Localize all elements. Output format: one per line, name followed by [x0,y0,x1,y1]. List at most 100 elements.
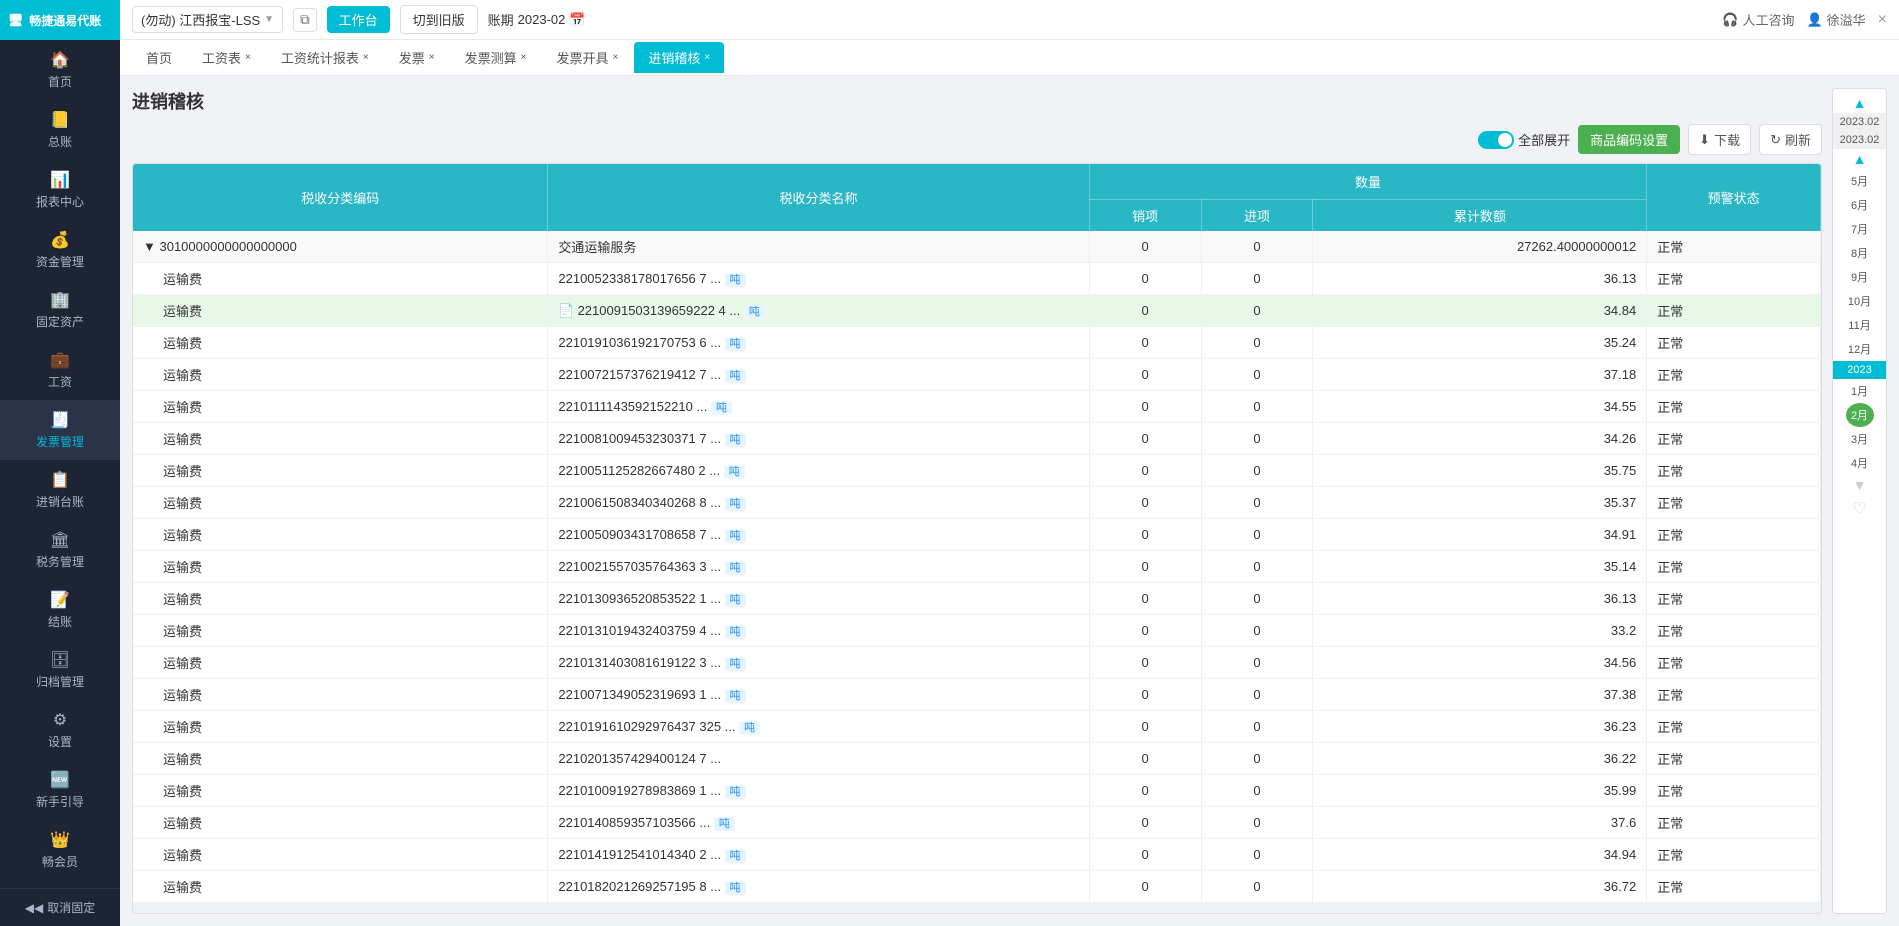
table-row[interactable]: 运输费 2210052338178017656 7 ... 吨 0 0 36.1… [133,263,1821,295]
copy-button[interactable]: ⧉ [293,8,317,32]
timeline-month-10[interactable]: 10月 [1833,289,1886,313]
user-profile[interactable]: 👤 徐溢华 [1806,10,1865,29]
workspace-button[interactable]: 工作台 [327,6,390,33]
sidebar-item-invoice[interactable]: 🧾 发票管理 [0,400,120,460]
status-cell: 正常 [1647,743,1821,775]
tab-label: 发票开具 [556,48,608,67]
pin-toggle[interactable]: ◀◀ 取消固定 [0,888,120,926]
tab-close-icon[interactable]: × [521,52,527,63]
tab-reconcile[interactable]: 进销稽核 × [634,42,724,73]
sidebar-item-sales-ledger[interactable]: 📋 进销台账 [0,460,120,520]
item-name-cell: 运输费 [133,327,548,359]
timeline-month-1[interactable]: 1月 [1833,379,1886,403]
sidebar-item-archive[interactable]: 🗄 归档管理 [0,640,120,700]
timeline-month-6[interactable]: 6月 [1833,193,1886,217]
timeline-month-11[interactable]: 11月 [1833,313,1886,337]
tab-close-icon[interactable]: × [363,52,369,63]
table-row[interactable]: 运输费 2210182021269257195 8 ... 吨 0 0 36.7… [133,871,1821,903]
table-row[interactable]: 运输费 2210100919278983869 1 ... 吨 0 0 35.9… [133,775,1821,807]
sidebar-item-home[interactable]: 🏠 首页 [0,40,120,100]
table-row[interactable]: 运输费 2210141912541014340 2 ... 吨 0 0 34.9… [133,839,1821,871]
table-row[interactable]: 运输费 2210140859357103566 ... 吨 0 0 37.6 正… [133,807,1821,839]
table-row[interactable]: 运输费 2210081009453230371 7 ... 吨 0 0 34.2… [133,423,1821,455]
unit-tag: 吨 [725,849,746,863]
sidebar-item-assets[interactable]: 🏢 固定资产 [0,280,120,340]
table-row[interactable]: 运输费 2210061508340340268 8 ... 吨 0 0 35.3… [133,487,1821,519]
tab-payroll-stats[interactable]: 工资统计报表 × [267,42,383,73]
company-name: (勿动) 江西报宝-LSS [141,10,260,29]
invoice-code-cell: 2210131403081619122 3 ... 吨 [548,647,1089,679]
timeline-month-7[interactable]: 7月 [1833,217,1886,241]
timeline-month-12[interactable]: 12月 [1833,337,1886,361]
expand-icon[interactable]: ▼ [143,239,156,254]
status-cell: 正常 [1647,455,1821,487]
status-cell: 正常 [1647,295,1821,327]
table-row[interactable]: 运输费 2210201357429400124 7 ... 0 0 36.22 … [133,743,1821,775]
cumulative-cell: 35.99 [1313,775,1647,807]
timeline-month-5[interactable]: 5月 [1833,169,1886,193]
tab-home[interactable]: 首页 [132,42,186,73]
tab-invoice[interactable]: 发票 × [385,42,449,73]
table-row[interactable]: 运输费 2210111143592152210 ... 吨 0 0 34.55 … [133,391,1821,423]
sidebar-item-settlement[interactable]: 📝 结账 [0,580,120,640]
sidebar-item-reports[interactable]: 📊 报表中心 [0,160,120,220]
timeline-up-arrow[interactable]: ▲ [1851,93,1869,113]
pin-icon: ◀◀ [25,901,43,915]
purchase-cell: 0 [1201,711,1313,743]
invoice-code-cell: 2210111143592152210 ... 吨 [548,391,1089,423]
company-dropdown-icon: ▼ [264,14,274,25]
timeline-month-9[interactable]: 9月 [1833,265,1886,289]
tab-invoice-calc[interactable]: 发票测算 × [451,42,541,73]
tab-close-icon[interactable]: × [704,52,710,63]
tab-close-icon[interactable]: × [245,52,251,63]
sidebar-item-label: 畅会员 [42,853,78,870]
invoice-code-cell: 2210050903431708658 7 ... 吨 [548,519,1089,551]
sidebar-item-guide[interactable]: 🆕 新手引导 [0,760,120,820]
sales-cell: 0 [1089,679,1201,711]
sidebar-item-payroll[interactable]: 💼 工资 [0,340,120,400]
sidebar-item-label: 新手引导 [36,793,84,810]
table-row[interactable]: 运输费 2210051125282667480 2 ... 吨 0 0 35.7… [133,455,1821,487]
table-row[interactable]: ▼ 3010000000000000000 交通运输服务 0 0 27262.4… [133,231,1821,263]
switch-version-button[interactable]: 切到旧版 [400,5,478,34]
tab-close-icon[interactable]: × [429,52,435,63]
table-row[interactable]: 运输费 2210130936520853522 1 ... 吨 0 0 36.1… [133,583,1821,615]
table-row[interactable]: 运输费 2210072157376219412 7 ... 吨 0 0 37.1… [133,359,1821,391]
timeline-month-2-active[interactable]: 2月 [1846,403,1874,427]
sidebar-item-tax[interactable]: 🏛 税务管理 [0,520,120,580]
tab-invoice-open[interactable]: 发票开具 × [542,42,632,73]
table-row[interactable]: 运输费 2210021557035764363 3 ... 吨 0 0 35.1… [133,551,1821,583]
refresh-button[interactable]: ↻ 刷新 [1759,124,1822,155]
table-row[interactable]: 运输费 2210050903431708658 7 ... 吨 0 0 34.9… [133,519,1821,551]
table-row[interactable]: 运输费 📄2210091503139659222 4 ... 吨 0 0 34.… [133,295,1821,327]
timeline-up-arrow2[interactable]: ▲ [1851,149,1869,169]
timeline-down-arrow[interactable]: ▼ [1851,475,1869,495]
expand-toggle[interactable] [1478,131,1514,149]
table-row[interactable]: 运输费 2210071349052319693 1 ... 吨 0 0 37.3… [133,679,1821,711]
table-row[interactable]: 运输费 2210191610292976437 325 ... 吨 0 0 36… [133,711,1821,743]
table-row[interactable]: 运输费 2210131019432403759 4 ... 吨 0 0 33.2… [133,615,1821,647]
item-name-cell: 运输费 [133,583,548,615]
support-link[interactable]: 🎧 人工咨询 [1722,10,1794,29]
sidebar-item-funds[interactable]: 💰 资金管理 [0,220,120,280]
purchase-cell: 0 [1201,519,1313,551]
sidebar-item-ledger[interactable]: 📒 总账 [0,100,120,160]
timeline-month-3[interactable]: 3月 [1833,427,1886,451]
timeline-month-4[interactable]: 4月 [1833,451,1886,475]
company-selector[interactable]: (勿动) 江西报宝-LSS ▼ [132,6,283,33]
tab-payroll[interactable]: 工资表 × [188,42,265,73]
tab-close-icon[interactable]: × [612,52,618,63]
product-settings-button[interactable]: 商品编码设置 [1578,125,1680,154]
table-row[interactable]: 运输费 2210191036192170753 6 ... 吨 0 0 35.2… [133,327,1821,359]
sidebar-item-member[interactable]: 👑 畅会员 [0,820,120,880]
close-button[interactable]: × [1878,11,1887,29]
timeline-year-2023-02-first: 2023.02 [1833,113,1886,131]
invoice-code-cell: 2210081009453230371 7 ... 吨 [548,423,1089,455]
download-button[interactable]: ⬇ 下载 [1688,124,1751,155]
table-row[interactable]: 运输费 2210131403081619122 3 ... 吨 0 0 34.5… [133,647,1821,679]
invoice-code-cell: 2210100919278983869 1 ... 吨 [548,775,1089,807]
favorite-icon[interactable]: ♡ [1848,495,1870,523]
timeline-month-8[interactable]: 8月 [1833,241,1886,265]
unit-tag: 吨 [725,657,746,671]
sidebar-item-settings[interactable]: ⚙ 设置 [0,700,120,760]
